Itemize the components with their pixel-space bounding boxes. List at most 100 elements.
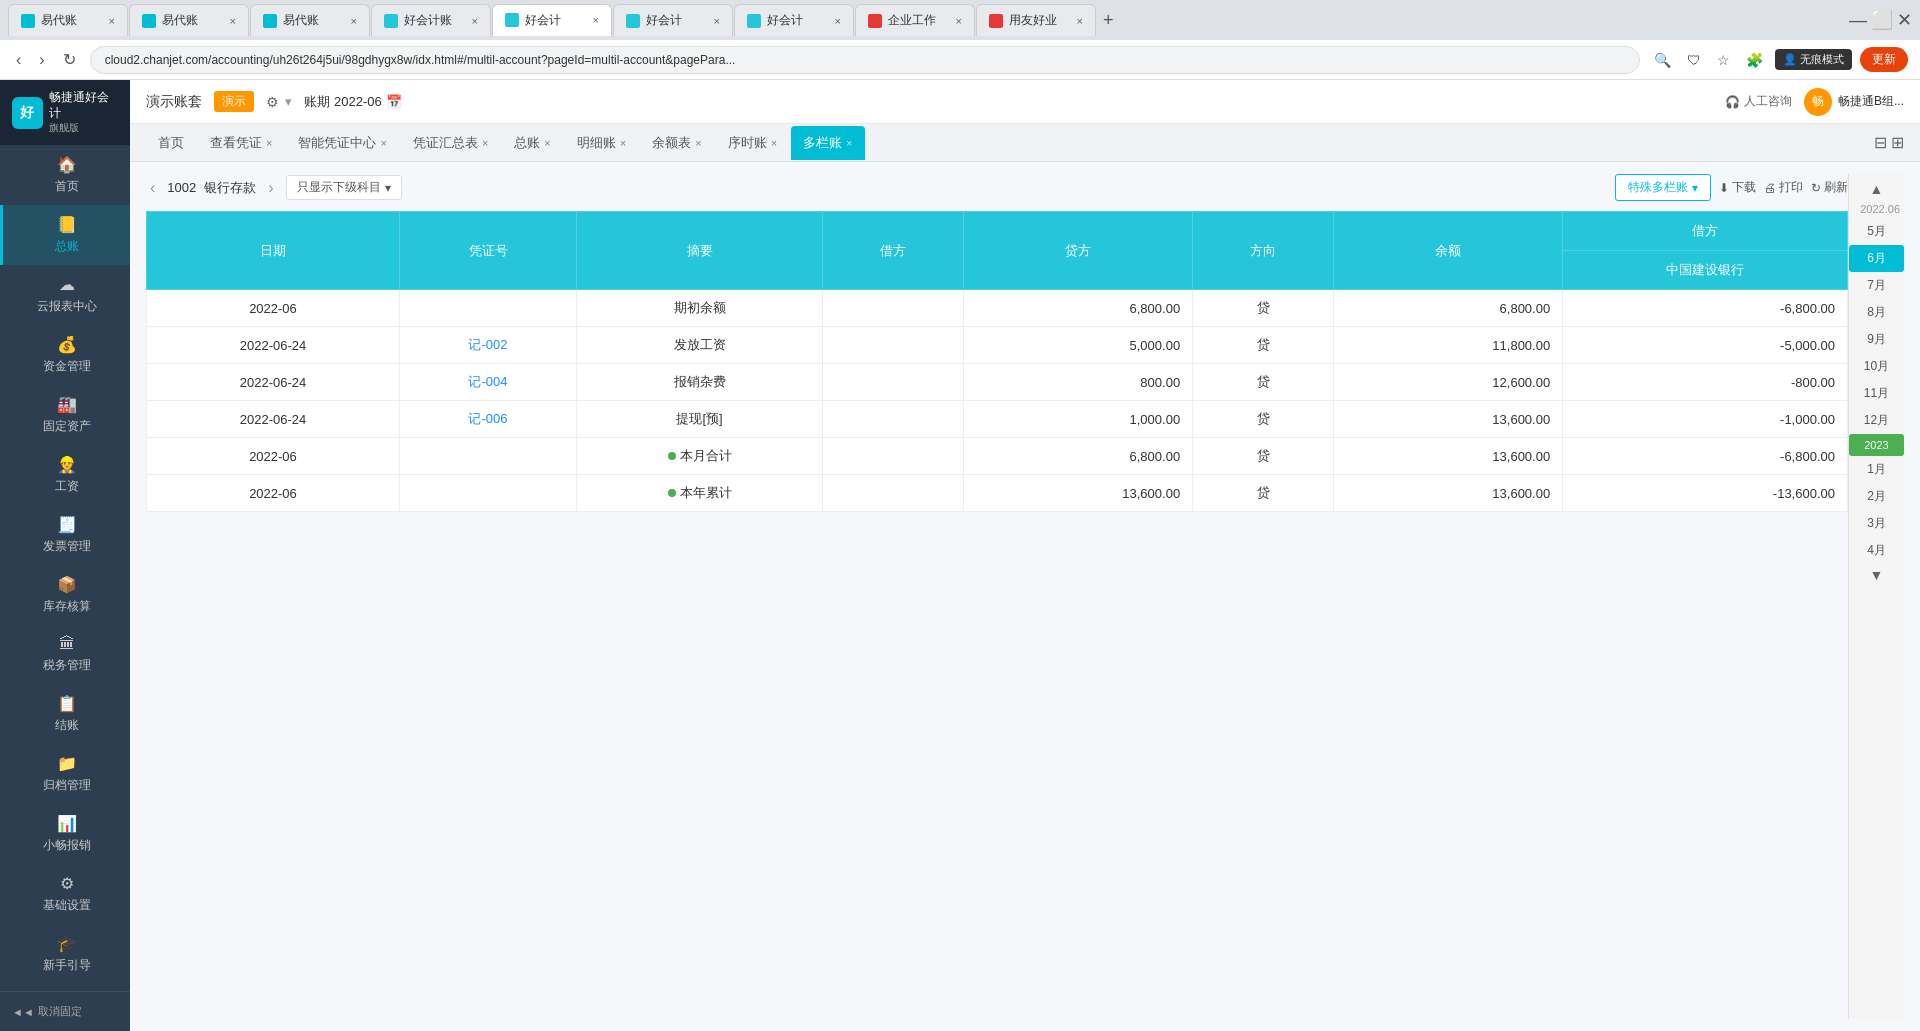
sidebar-item-ledger[interactable]: 📒 总账 [0, 205, 130, 265]
tab-close-journal[interactable]: × [771, 137, 777, 149]
refresh-button[interactable]: ↻ 刷新 [1811, 179, 1848, 196]
tab-close-5[interactable]: × [593, 14, 599, 26]
tab-close-6[interactable]: × [714, 15, 720, 27]
cal-month-aug[interactable]: 8月 [1849, 299, 1904, 326]
tab-general-ledger[interactable]: 总账 × [502, 126, 562, 160]
calendar-scroll-down[interactable]: ▼ [1867, 564, 1887, 586]
tab-close-8[interactable]: × [956, 15, 962, 27]
sidebar-item-expense[interactable]: 📊 小畅报销 [0, 804, 130, 864]
update-button[interactable]: 更新 [1860, 47, 1908, 72]
tab-voucher-summary[interactable]: 凭证汇总表 × [401, 126, 500, 160]
filter-label: 只显示下级科目 [297, 179, 381, 196]
tab-close-smart-voucher[interactable]: × [380, 137, 386, 149]
tab-detail-ledger[interactable]: 明细账 × [565, 126, 638, 160]
sidebar-item-inventory[interactable]: 📦 库存核算 [0, 565, 130, 625]
minimize-button[interactable]: — [1849, 10, 1867, 31]
maximize-button[interactable]: ⬜ [1871, 9, 1893, 31]
calendar-scroll-up[interactable]: ▲ [1867, 178, 1887, 200]
tab-1[interactable]: 易代账 × [8, 4, 128, 36]
tab-home[interactable]: 首页 [146, 126, 196, 160]
table-cell[interactable] [399, 290, 576, 327]
cal-month-may[interactable]: 5月 [1849, 218, 1904, 245]
tabs-expand-button[interactable]: ⊞ [1891, 133, 1904, 152]
dropdown-arrow-icon[interactable]: ▾ [285, 94, 292, 109]
tab-close-general-ledger[interactable]: × [544, 137, 550, 149]
tab-close-voucher-summary[interactable]: × [482, 137, 488, 149]
tab-balance[interactable]: 余额表 × [640, 126, 713, 160]
tab-4[interactable]: 好会计账 × [371, 4, 491, 36]
sidebar-item-tax[interactable]: 🏛 税务管理 [0, 625, 130, 684]
sidebar-item-payroll[interactable]: 👷 工资 [0, 445, 130, 505]
calendar-icon[interactable]: 📅 [386, 94, 402, 109]
tab-close-view-voucher[interactable]: × [266, 137, 272, 149]
tab-multi-column[interactable]: 多栏账 × [791, 126, 864, 160]
tab-close-balance[interactable]: × [695, 137, 701, 149]
search-button[interactable]: 🔍 [1650, 48, 1675, 72]
sidebar-item-fund[interactable]: 💰 资金管理 [0, 325, 130, 385]
cal-month-oct[interactable]: 10月 [1849, 353, 1904, 380]
new-tab-button[interactable]: + [1097, 10, 1120, 31]
extension-button[interactable]: 🧩 [1742, 48, 1767, 72]
print-button[interactable]: 🖨 打印 [1764, 179, 1803, 196]
tab-close-detail-ledger[interactable]: × [620, 137, 626, 149]
cal-month-jan[interactable]: 1月 [1849, 456, 1904, 483]
tab-close-2[interactable]: × [230, 15, 236, 27]
table-cell[interactable] [399, 475, 576, 512]
tab-close-multi-column[interactable]: × [846, 137, 852, 149]
tab-view-voucher[interactable]: 查看凭证 × [198, 126, 284, 160]
sidebar-item-fixed-asset[interactable]: 🏭 固定资产 [0, 385, 130, 445]
sidebar-item-vip[interactable]: 👑 畅会员 [0, 984, 130, 991]
tab-close-4[interactable]: × [472, 15, 478, 27]
user-service-button[interactable]: 🎧 人工咨询 [1725, 93, 1792, 110]
back-button[interactable]: ‹ [12, 47, 25, 73]
tab-8[interactable]: 企业工作 × [855, 4, 975, 36]
refresh-nav-button[interactable]: ↻ [59, 46, 80, 73]
account-settings-icon[interactable]: ⚙ [266, 94, 279, 110]
sidebar-item-home[interactable]: 🏠 首页 [0, 145, 130, 205]
sidebar-item-archive[interactable]: 📁 归档管理 [0, 744, 130, 804]
tab-5[interactable]: 好会计 × [492, 4, 612, 36]
cal-month-jul[interactable]: 7月 [1849, 272, 1904, 299]
table-cell[interactable] [399, 438, 576, 475]
cal-month-feb[interactable]: 2月 [1849, 483, 1904, 510]
sidebar-item-invoice[interactable]: 🧾 发票管理 [0, 505, 130, 565]
unpin-button[interactable]: ◄◄ 取消固定 [8, 1000, 122, 1023]
tab-close-7[interactable]: × [835, 15, 841, 27]
tab-9[interactable]: 用友好业 × [976, 4, 1096, 36]
tab-7[interactable]: 好会计 × [734, 4, 854, 36]
special-multi-column-button[interactable]: 特殊多栏账 ▾ [1615, 174, 1711, 201]
url-input[interactable] [90, 46, 1640, 74]
cal-month-mar[interactable]: 3月 [1849, 510, 1904, 537]
next-account-button[interactable]: › [264, 177, 277, 199]
tab-close-3[interactable]: × [351, 15, 357, 27]
tab-6[interactable]: 好会计 × [613, 4, 733, 36]
table-cell[interactable]: 记-004 [399, 364, 576, 401]
forward-button[interactable]: › [35, 47, 48, 73]
prev-account-button[interactable]: ‹ [146, 177, 159, 199]
sidebar-item-cloud-report[interactable]: ☁ 云报表中心 [0, 265, 130, 325]
no-trace-button[interactable]: 👤 无痕模式 [1775, 49, 1852, 70]
cal-month-dec[interactable]: 12月 [1849, 407, 1904, 434]
cal-month-apr[interactable]: 4月 [1849, 537, 1904, 564]
shield-icon[interactable]: 🛡 [1683, 48, 1705, 72]
sidebar-item-settings[interactable]: ⚙ 基础设置 [0, 864, 130, 924]
tab-3[interactable]: 易代账 × [250, 4, 370, 36]
sidebar-item-guide[interactable]: 🎓 新手引导 [0, 924, 130, 984]
tab-smart-voucher[interactable]: 智能凭证中心 × [286, 126, 398, 160]
filter-dropdown[interactable]: 只显示下级科目 ▾ [286, 175, 402, 200]
tabs-collapse-button[interactable]: ⊟ [1874, 133, 1887, 152]
close-window-button[interactable]: ✕ [1897, 9, 1912, 31]
download-button[interactable]: ⬇ 下载 [1719, 179, 1756, 196]
sidebar-item-close-account[interactable]: 📋 结账 [0, 684, 130, 744]
star-button[interactable]: ☆ [1713, 48, 1734, 72]
cal-month-jun[interactable]: 6月 [1849, 245, 1904, 272]
tab-journal[interactable]: 序时账 × [716, 126, 789, 160]
tab-close-1[interactable]: × [109, 15, 115, 27]
tab-close-9[interactable]: × [1077, 15, 1083, 27]
cal-month-sep[interactable]: 9月 [1849, 326, 1904, 353]
tab-2[interactable]: 易代账 × [129, 4, 249, 36]
table-cell[interactable]: 记-002 [399, 327, 576, 364]
table-cell[interactable]: 记-006 [399, 401, 576, 438]
cal-month-nov[interactable]: 11月 [1849, 380, 1904, 407]
user-avatar-area[interactable]: 畅 畅捷通B组... [1804, 88, 1904, 116]
